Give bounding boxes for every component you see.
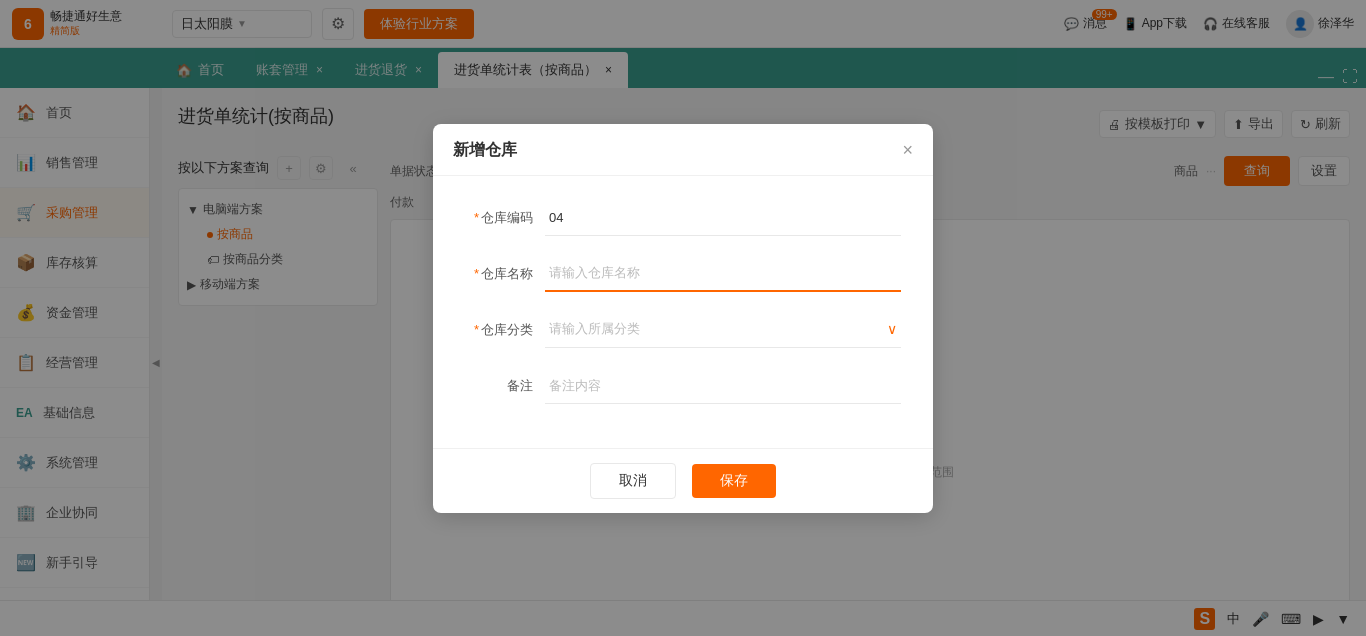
modal-footer: 取消 保存: [433, 448, 933, 513]
code-input[interactable]: [545, 200, 901, 236]
name-label: *仓库名称: [465, 265, 545, 283]
remark-label: 备注: [465, 377, 545, 395]
code-label: *仓库编码: [465, 209, 545, 227]
form-row-remark: 备注: [465, 368, 901, 404]
add-warehouse-modal: 新增仓库 × *仓库编码 *仓库名称 *仓库分类: [433, 124, 933, 513]
modal-body: *仓库编码 *仓库名称 *仓库分类 请输入所属分类 ∨: [433, 176, 933, 448]
cancel-button[interactable]: 取消: [590, 463, 676, 499]
modal-header: 新增仓库 ×: [433, 124, 933, 176]
category-label: *仓库分类: [465, 321, 545, 339]
modal-title: 新增仓库: [453, 140, 517, 161]
form-row-code: *仓库编码: [465, 200, 901, 236]
remark-input[interactable]: [545, 368, 901, 404]
category-placeholder: 请输入所属分类: [549, 320, 640, 338]
name-input[interactable]: [545, 256, 901, 292]
modal-overlay: 新增仓库 × *仓库编码 *仓库名称 *仓库分类: [0, 0, 1366, 636]
chevron-down-icon: ∨: [887, 321, 897, 337]
category-select[interactable]: 请输入所属分类 ∨: [545, 312, 901, 348]
modal-close-button[interactable]: ×: [902, 141, 913, 159]
form-row-category: *仓库分类 请输入所属分类 ∨: [465, 312, 901, 348]
save-button[interactable]: 保存: [692, 464, 776, 498]
form-row-name: *仓库名称: [465, 256, 901, 292]
